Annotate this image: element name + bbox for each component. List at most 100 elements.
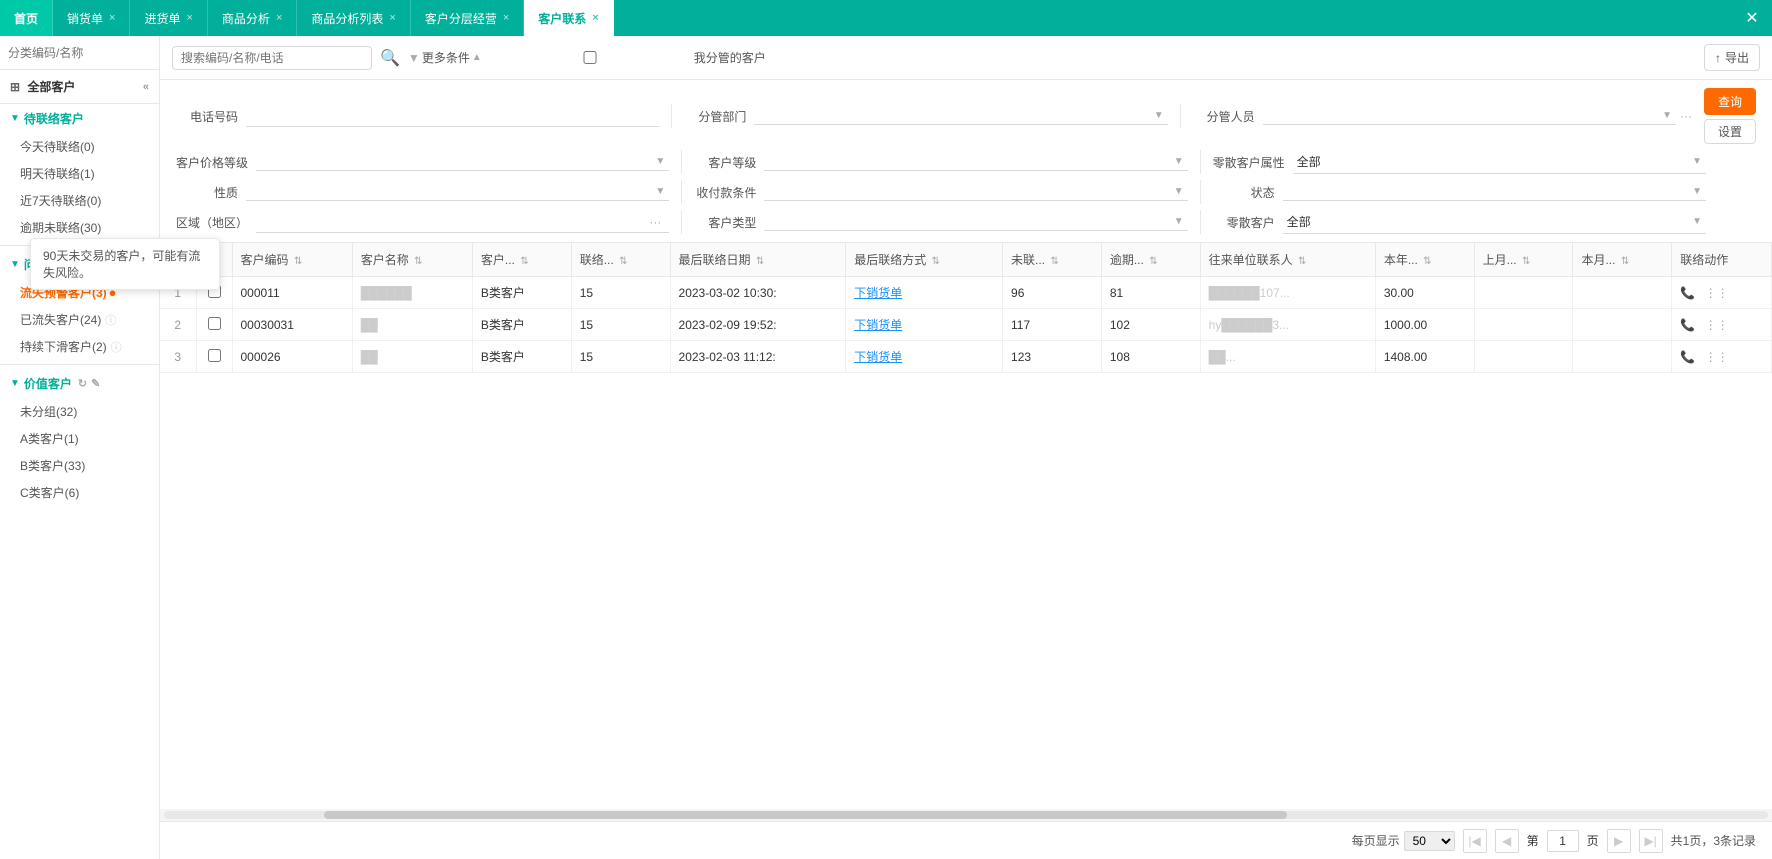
pagination: 每页显示 50 100 200 |◀ ◀ 第 页 ▶ ▶| 共1页，3条记录 bbox=[160, 821, 1772, 859]
sidebar-item-ungrouped[interactable]: 未分组(32) bbox=[0, 398, 159, 425]
query-button[interactable]: 查询 bbox=[1704, 88, 1756, 115]
row-last-method-1[interactable]: 下销货单 bbox=[846, 309, 1003, 341]
edit-icon[interactable]: ✎ bbox=[91, 377, 100, 390]
contact-col-header: 联络... ⇅ bbox=[571, 243, 670, 277]
row-code-0: 000011 bbox=[232, 277, 352, 309]
sidebar-section-value-header[interactable]: ▼ 价值客户 ↻ ✎ bbox=[0, 369, 159, 398]
sidebar-item-c-class[interactable]: C类客户(6) bbox=[0, 479, 159, 506]
row-check-1[interactable] bbox=[196, 309, 232, 341]
sort-icon-method[interactable]: ⇅ bbox=[932, 256, 940, 267]
sidebar-item-b-class[interactable]: B类客户(33) bbox=[0, 452, 159, 479]
sort-icon-this-year[interactable]: ⇅ bbox=[1423, 256, 1431, 267]
collapse-icon: « bbox=[143, 81, 149, 93]
tab-customer-layer[interactable]: 客户分层经营 × bbox=[411, 0, 524, 36]
action-more-icon-1[interactable]: ⋮⋮ bbox=[1705, 318, 1729, 332]
row-contact-0: 15 bbox=[571, 277, 670, 309]
customer-type-select[interactable]: ▼ bbox=[764, 213, 1187, 231]
grid-icon: ⊞ bbox=[10, 80, 20, 94]
close-tab-analysis-list[interactable]: × bbox=[389, 12, 395, 24]
sidebar-search-input[interactable] bbox=[8, 46, 160, 60]
refresh-icon[interactable]: ↻ bbox=[78, 377, 87, 390]
close-tab-analysis[interactable]: × bbox=[276, 12, 282, 24]
sidebar-item-tomorrow[interactable]: 明天待联络(1) bbox=[0, 160, 159, 187]
sort-icon-overdue[interactable]: ⇅ bbox=[1149, 256, 1157, 267]
tab-home[interactable]: 首页 bbox=[0, 0, 53, 36]
tab-analysis-list[interactable]: 商品分析列表 × bbox=[297, 0, 410, 36]
more-conditions-button[interactable]: ▼ 更多条件 ▲ bbox=[408, 49, 482, 66]
grade-select[interactable]: ▼ bbox=[764, 153, 1187, 171]
retail-attr-select[interactable]: 全部 ▼ bbox=[1293, 150, 1706, 174]
row-check-2[interactable] bbox=[196, 341, 232, 373]
retail-customer-select[interactable]: 全部 ▼ bbox=[1283, 210, 1706, 234]
row-type-2: B类客户 bbox=[472, 341, 571, 373]
my-customers-checkbox[interactable] bbox=[490, 51, 690, 64]
sort-icon-type[interactable]: ⇅ bbox=[520, 256, 528, 267]
settings-button[interactable]: 设置 bbox=[1704, 119, 1756, 144]
sort-icon-last-month[interactable]: ⇅ bbox=[1522, 256, 1530, 267]
scroll-thumb[interactable] bbox=[324, 811, 1286, 819]
close-tab-sales[interactable]: × bbox=[109, 12, 115, 24]
price-grade-select[interactable]: ▼ bbox=[256, 153, 669, 171]
sidebar-item-overdue[interactable]: 逾期未联络(30) bbox=[0, 214, 159, 241]
dept-select[interactable]: ▼ bbox=[754, 107, 1167, 125]
sort-icon-not-contacted[interactable]: ⇅ bbox=[1050, 256, 1058, 267]
window-close-button[interactable]: ✕ bbox=[1732, 0, 1772, 36]
close-tab-purchase[interactable]: × bbox=[186, 12, 192, 24]
sidebar-item-churned[interactable]: 已流失客户(24) ⓘ bbox=[0, 306, 159, 333]
sidebar-item-7days[interactable]: 近7天待联络(0) bbox=[0, 187, 159, 214]
top-tabbar: 首页 销货单 × 进货单 × 商品分析 × 商品分析列表 × 客户分层经营 × … bbox=[0, 0, 1772, 36]
nature-select[interactable]: ▼ bbox=[246, 183, 669, 201]
first-page-button[interactable]: |◀ bbox=[1463, 829, 1487, 853]
manager-select[interactable]: ▼ bbox=[1263, 107, 1676, 125]
row-last-method-0[interactable]: 下销货单 bbox=[846, 277, 1003, 309]
tab-purchase[interactable]: 进货单 × bbox=[130, 0, 207, 36]
divider-2 bbox=[0, 364, 159, 365]
search-button[interactable]: 🔍 bbox=[380, 48, 400, 68]
row-type-0: B类客户 bbox=[472, 277, 571, 309]
sidebar-search-box[interactable]: 🔍 bbox=[0, 36, 159, 70]
sort-icon-person[interactable]: ⇅ bbox=[1298, 256, 1306, 267]
filter-divider-4 bbox=[1200, 150, 1201, 174]
row-last-method-2[interactable]: 下销货单 bbox=[846, 341, 1003, 373]
phone-input[interactable] bbox=[246, 106, 659, 127]
sort-icon-this-month[interactable]: ⇅ bbox=[1621, 256, 1629, 267]
sidebar-item-a-class[interactable]: A类客户(1) bbox=[0, 425, 159, 452]
sidebar-item-today[interactable]: 今天待联络(0) bbox=[0, 133, 159, 160]
row-actions-2[interactable]: 📞 ⋮⋮ bbox=[1672, 341, 1772, 373]
status-select[interactable]: ▼ bbox=[1283, 183, 1706, 201]
page-input[interactable] bbox=[1547, 830, 1579, 852]
export-button[interactable]: ↑ 导出 bbox=[1704, 44, 1760, 71]
row-actions-0[interactable]: 📞 ⋮⋮ bbox=[1672, 277, 1772, 309]
my-customers-checkbox-label[interactable]: 我分管的客户 bbox=[490, 49, 766, 66]
horizontal-scrollbar[interactable] bbox=[160, 809, 1772, 821]
prev-page-button[interactable]: ◀ bbox=[1495, 829, 1519, 853]
close-tab-customer-contact[interactable]: × bbox=[592, 12, 598, 24]
close-tab-customer-layer[interactable]: × bbox=[503, 12, 509, 24]
sidebar-all-customers[interactable]: ⊞ 全部客户 « bbox=[0, 70, 159, 104]
payment-select[interactable]: ▼ bbox=[764, 183, 1187, 201]
filter-panel: 电话号码 分管部门 ▼ 分管人员 ▼ bbox=[160, 80, 1772, 243]
next-page-button[interactable]: ▶ bbox=[1607, 829, 1631, 853]
row-actions-1[interactable]: 📞 ⋮⋮ bbox=[1672, 309, 1772, 341]
action-phone-icon-2[interactable]: 📞 bbox=[1680, 350, 1695, 364]
region-more[interactable]: ··· bbox=[645, 215, 665, 229]
sort-icon-name[interactable]: ⇅ bbox=[414, 256, 422, 267]
region-select[interactable]: ··· bbox=[256, 212, 669, 233]
per-page-select[interactable]: 50 100 200 bbox=[1404, 831, 1455, 851]
manager-more[interactable]: ··· bbox=[1676, 109, 1696, 123]
sidebar-item-declining[interactable]: 持续下滑客户(2) ⓘ bbox=[0, 333, 159, 360]
filter-phone: 电话号码 bbox=[176, 106, 659, 127]
search-input[interactable] bbox=[172, 46, 372, 70]
tab-analysis[interactable]: 商品分析 × bbox=[208, 0, 297, 36]
action-phone-icon-1[interactable]: 📞 bbox=[1680, 318, 1695, 332]
last-page-button[interactable]: ▶| bbox=[1639, 829, 1663, 853]
sort-icon-date[interactable]: ⇅ bbox=[756, 256, 764, 267]
sort-icon-contact[interactable]: ⇅ bbox=[619, 256, 627, 267]
tab-sales[interactable]: 销货单 × bbox=[53, 0, 130, 36]
sidebar-section-pending-header[interactable]: ▼ 待联络客户 bbox=[0, 104, 159, 133]
sort-icon-code[interactable]: ⇅ bbox=[294, 256, 302, 267]
tab-customer-contact[interactable]: 客户联系 × bbox=[524, 0, 613, 36]
action-phone-icon-0[interactable]: 📞 bbox=[1680, 286, 1695, 300]
action-more-icon-0[interactable]: ⋮⋮ bbox=[1705, 286, 1729, 300]
action-more-icon-2[interactable]: ⋮⋮ bbox=[1705, 350, 1729, 364]
